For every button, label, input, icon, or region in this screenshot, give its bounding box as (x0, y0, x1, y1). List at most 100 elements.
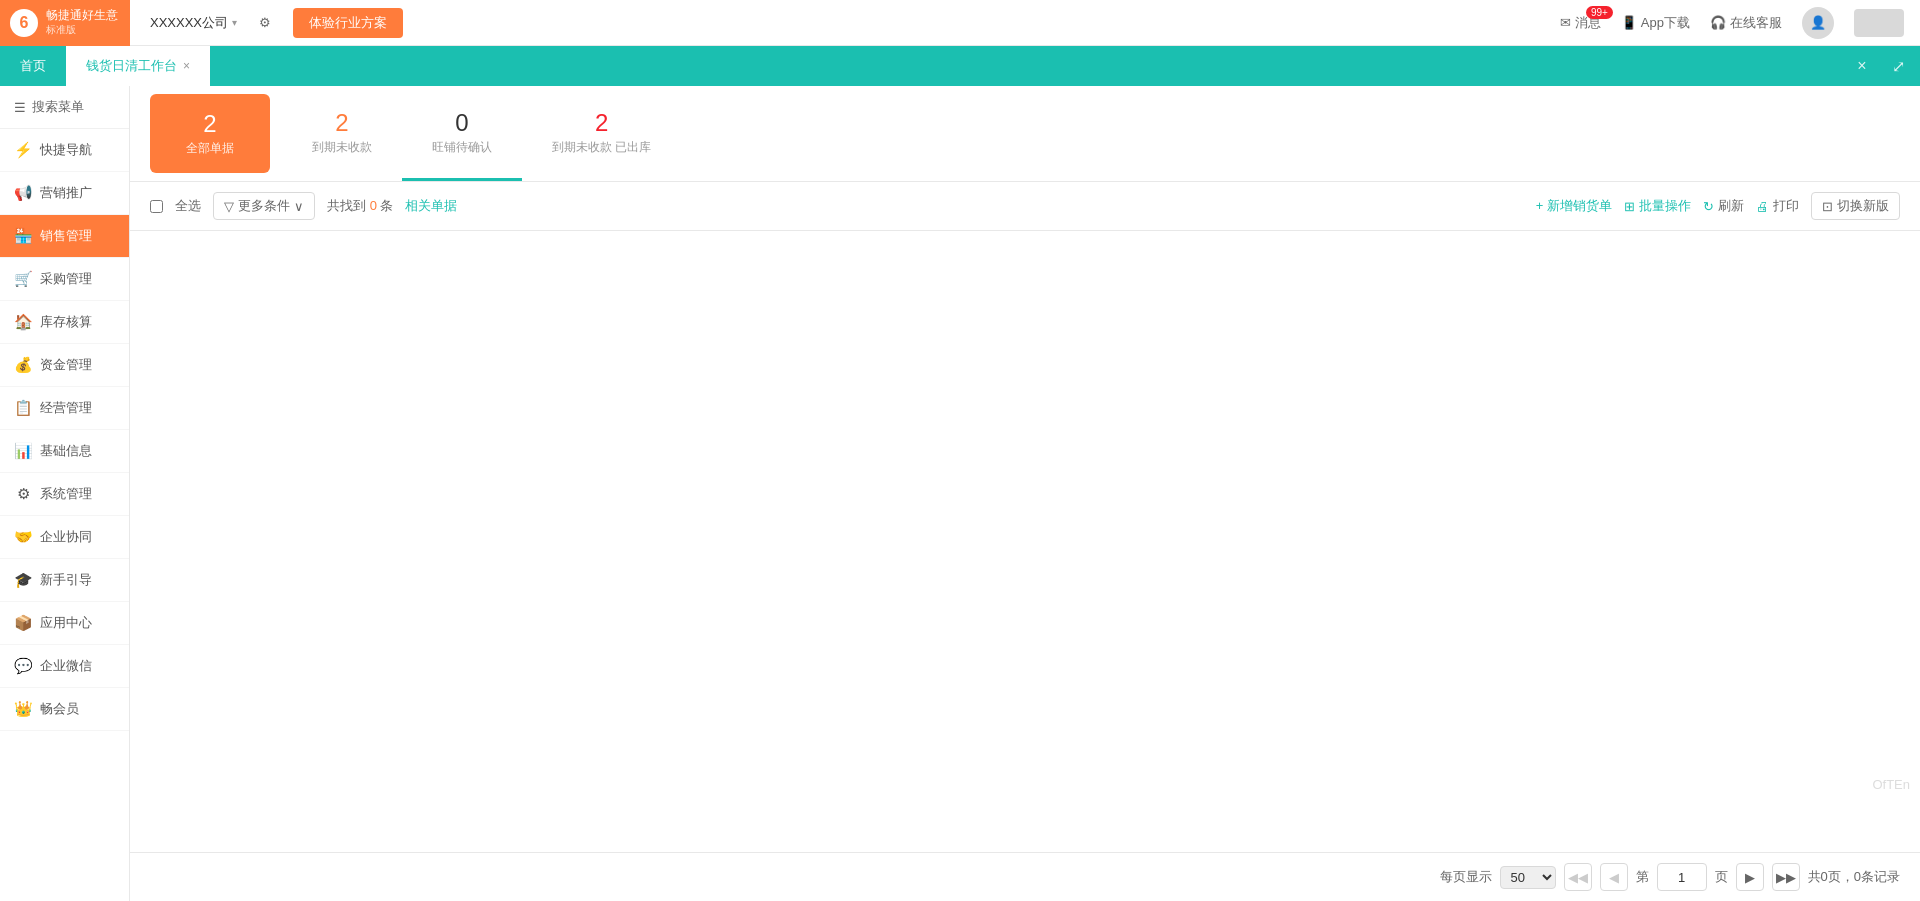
sidebar-item-member[interactable]: 👑 畅会员 (0, 688, 129, 731)
sidebar-item-label: 企业协同 (40, 528, 92, 546)
tab-bar-actions: × ⤢ (1848, 52, 1920, 80)
sidebar: ☰ 搜索菜单 ⚡ 快捷导航 📢 营销推广 🏪 销售管理 🛒 采购管理 🏠 库存核… (0, 86, 130, 901)
filter-icon: ▽ (224, 199, 234, 214)
refresh-button[interactable]: ↻ 刷新 (1703, 197, 1744, 215)
sidebar-item-basic-info[interactable]: 📊 基础信息 (0, 430, 129, 473)
sidebar-item-quick-nav[interactable]: ⚡ 快捷导航 (0, 129, 129, 172)
sidebar-item-inventory[interactable]: 🏠 库存核算 (0, 301, 129, 344)
stat-label-all: 全部单据 (186, 140, 234, 157)
sidebar-item-label: 系统管理 (40, 485, 92, 503)
sidebar-item-system[interactable]: ⚙ 系统管理 (0, 473, 129, 516)
total-info: 共0页，0条记录 (1808, 868, 1900, 886)
system-icon: ⚙ (14, 485, 32, 503)
switch-icon: ⊡ (1822, 199, 1833, 214)
logo-text-area: 畅捷通好生意 标准版 (46, 8, 118, 38)
next-page-button[interactable]: ▶ (1736, 863, 1764, 891)
page-label: 第 (1636, 868, 1649, 886)
logo-icon: 6 (10, 9, 38, 37)
online-service-item[interactable]: 🎧 在线客服 (1710, 14, 1782, 32)
stat-number-overdue-unshipped: 2 (595, 109, 608, 137)
page-unit: 页 (1715, 868, 1728, 886)
cooperation-icon: 🤝 (14, 528, 32, 546)
tab-home-label: 首页 (20, 57, 46, 75)
user-name[interactable] (1854, 9, 1904, 37)
sidebar-item-marketing[interactable]: 📢 营销推广 (0, 172, 129, 215)
tab-close-icon[interactable]: × (183, 59, 190, 73)
stats-row: 2 全部单据 2 到期未收款 0 旺铺待确认 2 到期未收款 已出库 (130, 86, 1920, 182)
purchase-icon: 🛒 (14, 270, 32, 288)
app-download-item[interactable]: 📱 App下载 (1621, 14, 1690, 32)
guide-icon: 🎓 (14, 571, 32, 589)
sidebar-item-sales[interactable]: 🏪 销售管理 (0, 215, 129, 258)
tab-expand-button[interactable]: ⤢ (1884, 52, 1912, 80)
basic-info-icon: 📊 (14, 442, 32, 460)
online-service-label: 在线客服 (1730, 14, 1782, 32)
member-icon: 👑 (14, 700, 32, 718)
trial-button[interactable]: 体验行业方案 (293, 8, 403, 38)
stat-label-pending-confirm: 旺铺待确认 (432, 139, 492, 156)
stat-card-overdue-unpaid[interactable]: 2 到期未收款 (282, 86, 402, 181)
stat-card-pending-confirm[interactable]: 0 旺铺待确认 (402, 86, 522, 181)
new-sales-order-button[interactable]: + 新增销货单 (1536, 197, 1612, 215)
prev-page-button[interactable]: ◀ (1600, 863, 1628, 891)
select-all-checkbox[interactable] (150, 200, 163, 213)
related-orders-link[interactable]: 相关单据 (405, 197, 457, 215)
stat-card-overdue-unshipped[interactable]: 2 到期未收款 已出库 (522, 86, 681, 181)
content-area: 2 全部单据 2 到期未收款 0 旺铺待确认 2 到期未收款 已出库 全选 ▽ … (130, 86, 1920, 901)
chevron-icon: ∨ (294, 199, 304, 214)
batch-op-button[interactable]: ⊞ 批量操作 (1624, 197, 1691, 215)
filter-button[interactable]: ▽ 更多条件 ∨ (213, 192, 315, 220)
tab-home[interactable]: 首页 (0, 46, 66, 86)
sidebar-item-purchase[interactable]: 🛒 采购管理 (0, 258, 129, 301)
headset-icon: 🎧 (1710, 15, 1726, 30)
last-page-button[interactable]: ▶▶ (1772, 863, 1800, 891)
refresh-icon: ↻ (1703, 199, 1714, 214)
tab-workbench-label: 钱货日清工作台 (86, 57, 177, 75)
print-label: 打印 (1773, 197, 1799, 215)
company-selector[interactable]: XXXXXX公司 ▾ (150, 14, 241, 32)
sidebar-item-cooperation[interactable]: 🤝 企业协同 (0, 516, 129, 559)
search-icon: ☰ (14, 100, 26, 115)
per-page-label: 每页显示 (1440, 868, 1492, 886)
first-page-button[interactable]: ◀◀ (1564, 863, 1592, 891)
found-count: 0 (370, 198, 377, 213)
sidebar-search[interactable]: ☰ 搜索菜单 (0, 86, 129, 129)
switch-version-button[interactable]: ⊡ 切换新版 (1811, 192, 1900, 220)
page-size-select[interactable]: 20 50 100 (1500, 866, 1556, 889)
gear-icon: ⚙ (259, 15, 271, 30)
message-nav-item[interactable]: ✉ 消息 99+ (1560, 14, 1601, 32)
operations-icon: 📋 (14, 399, 32, 417)
sidebar-item-wechat[interactable]: 💬 企业微信 (0, 645, 129, 688)
filter-label: 更多条件 (238, 197, 290, 215)
sidebar-item-finance[interactable]: 💰 资金管理 (0, 344, 129, 387)
sidebar-item-label: 快捷导航 (40, 141, 92, 159)
marketing-icon: 📢 (14, 184, 32, 202)
sidebar-item-label: 经营管理 (40, 399, 92, 417)
print-icon: 🖨 (1756, 199, 1769, 214)
stat-label-overdue-unpaid: 到期未收款 (312, 139, 372, 156)
print-button[interactable]: 🖨 打印 (1756, 197, 1799, 215)
stat-number-all: 2 (203, 110, 216, 138)
page-input[interactable] (1657, 863, 1707, 891)
app-download-label: App下载 (1641, 14, 1690, 32)
app-center-icon: 📦 (14, 614, 32, 632)
top-bar: 6 畅捷通好生意 标准版 XXXXXX公司 ▾ ⚙ 体验行业方案 ✉ 消息 99… (0, 0, 1920, 46)
settings-button[interactable]: ⚙ (249, 7, 281, 39)
sidebar-item-app-center[interactable]: 📦 应用中心 (0, 602, 129, 645)
toolbar-right: + 新增销货单 ⊞ 批量操作 ↻ 刷新 🖨 打印 ⊡ 切换新版 (1536, 192, 1900, 220)
tab-bar: 首页 钱货日清工作台 × × ⤢ (0, 46, 1920, 86)
sidebar-item-guide[interactable]: 🎓 新手引导 (0, 559, 129, 602)
top-right-nav: ✉ 消息 99+ 📱 App下载 🎧 在线客服 👤 (1560, 7, 1904, 39)
user-avatar[interactable]: 👤 (1802, 7, 1834, 39)
found-unit: 条 (380, 198, 393, 213)
tab-workbench[interactable]: 钱货日清工作台 × (66, 46, 210, 86)
stat-number-pending-confirm: 0 (455, 109, 468, 137)
chevron-down-icon: ▾ (232, 17, 237, 28)
stat-card-all[interactable]: 2 全部单据 (150, 94, 270, 173)
lightning-icon: ⚡ (14, 141, 32, 159)
finance-icon: 💰 (14, 356, 32, 374)
sidebar-item-operations[interactable]: 📋 经营管理 (0, 387, 129, 430)
logo-area: 6 畅捷通好生意 标准版 (0, 0, 130, 46)
empty-content (130, 231, 1920, 852)
tab-restore-button[interactable]: × (1848, 52, 1876, 80)
